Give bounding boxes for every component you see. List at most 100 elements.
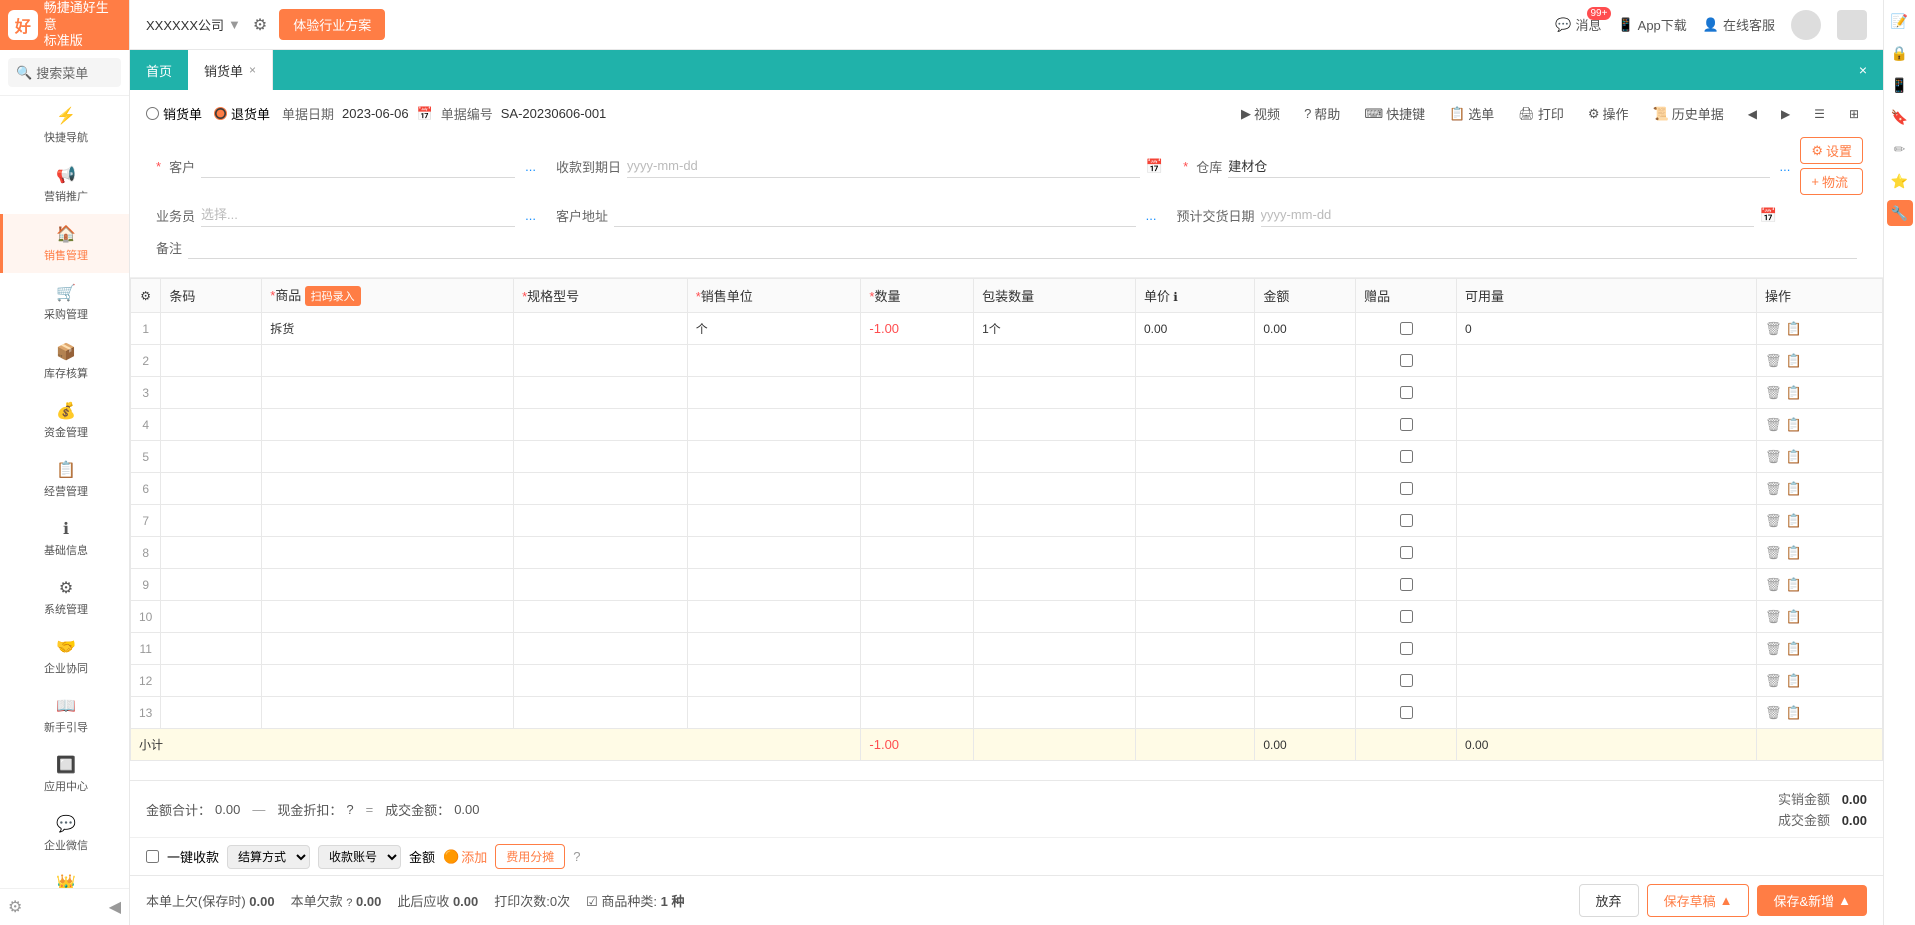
row-gift[interactable] [1356,697,1457,729]
row-unit-price[interactable] [1135,601,1254,633]
row-unit-price[interactable] [1135,409,1254,441]
select-btn[interactable]: 📋 选单 [1441,100,1502,127]
help-btn[interactable]: ? 帮助 [1296,100,1348,127]
copy-row-icon[interactable]: 📋 [1786,641,1802,657]
row-unit[interactable] [687,697,861,729]
row-spec[interactable] [514,601,688,633]
row-barcode[interactable] [161,505,262,537]
copy-row-icon[interactable]: 📋 [1786,321,1802,337]
row-unit-price[interactable] [1135,537,1254,569]
sidebar-item-operations[interactable]: 📋 经营管理 [0,450,129,509]
row-spec[interactable] [514,697,688,729]
sidebar-item-app-center[interactable]: 🔲 应用中心 [0,745,129,804]
row-unit[interactable] [687,505,861,537]
due-date-input[interactable] [627,154,1140,178]
radio-return-order[interactable]: 退货单 [214,104,270,123]
user-avatar[interactable] [1791,10,1821,40]
copy-row-icon[interactable]: 📋 [1786,609,1802,625]
row-unit-price[interactable] [1135,345,1254,377]
row-barcode[interactable] [161,537,262,569]
row-amount[interactable] [1255,665,1356,697]
delete-row-icon[interactable]: 🗑 [1765,417,1782,433]
sidebar-item-wechat-work[interactable]: 💬 企业微信 [0,804,129,863]
row-unit-price[interactable] [1135,441,1254,473]
row-product[interactable] [262,377,514,409]
row-pack-qty[interactable] [974,633,1136,665]
row-gift[interactable] [1356,345,1457,377]
row-unit[interactable] [687,537,861,569]
one-click-payment-checkbox[interactable] [146,850,159,863]
customer-input[interactable] [201,154,515,178]
calendar-icon[interactable]: 📅 [417,106,433,122]
next-record-btn[interactable]: ▶ [1773,103,1798,125]
radio-sales-order[interactable]: 销货单 [146,104,202,123]
row-gift[interactable] [1356,569,1457,601]
row-amount[interactable] [1255,537,1356,569]
logistics-button[interactable]: + 物流 [1800,168,1863,195]
online-service-btn[interactable]: 👤 在线客服 [1703,15,1775,34]
row-pack-qty[interactable] [974,473,1136,505]
row-amount[interactable] [1255,345,1356,377]
tab-sales-order[interactable]: 销货单 × [188,50,273,90]
salesperson-ellipsis[interactable]: ... [525,208,536,223]
row-barcode[interactable] [161,313,262,345]
row-gift[interactable] [1356,409,1457,441]
row-quantity[interactable] [861,601,974,633]
prev-record-btn[interactable]: ◀ [1740,103,1765,125]
row-barcode[interactable] [161,345,262,377]
delivery-date-input[interactable] [1261,203,1754,227]
row-product[interactable] [262,665,514,697]
print-btn[interactable]: 🖨 打印 [1510,100,1572,127]
row-unit-price[interactable] [1135,505,1254,537]
row-unit-price[interactable] [1135,569,1254,601]
sidebar-collapse-icon[interactable]: ◀ [109,897,121,917]
row-gift[interactable] [1356,377,1457,409]
barcode-scan-btn[interactable]: 扫码录入 [305,286,361,306]
right-panel-note-icon[interactable]: 📝 [1887,8,1913,34]
row-spec[interactable] [514,409,688,441]
row-unit[interactable] [687,665,861,697]
right-panel-edit-icon[interactable]: ✏ [1887,136,1913,162]
row-unit-price[interactable] [1135,665,1254,697]
save-new-btn[interactable]: 保存&新增 ▲ [1757,885,1867,916]
tab-home[interactable]: 首页 [130,50,188,90]
sidebar-item-guide[interactable]: 📖 新手引导 [0,686,129,745]
row-gift[interactable] [1356,473,1457,505]
row-product[interactable] [262,505,514,537]
delete-row-icon[interactable]: 🗑 [1765,321,1782,337]
sidebar-item-membership[interactable]: 👑 畅会员 [0,863,129,888]
sidebar-item-quick-nav[interactable]: ⚡ 快捷导航 [0,96,129,155]
row-pack-qty[interactable] [974,409,1136,441]
row-gift[interactable] [1356,313,1457,345]
row-product[interactable] [262,697,514,729]
sidebar-settings-icon[interactable]: ⚙ [8,897,22,917]
row-amount[interactable] [1255,409,1356,441]
row-quantity[interactable] [861,473,974,505]
history-btn[interactable]: 📜 历史单据 [1645,100,1732,127]
topbar-settings-icon[interactable]: ⚙ [253,15,267,35]
row-spec[interactable] [514,665,688,697]
row-spec[interactable] [514,537,688,569]
row-product[interactable] [262,601,514,633]
grid-view-btn[interactable]: ⊞ [1841,103,1867,125]
row-barcode[interactable] [161,601,262,633]
row-amount[interactable] [1255,473,1356,505]
delete-row-icon[interactable]: 🗑 [1765,449,1782,465]
row-quantity[interactable] [861,665,974,697]
add-payment-btn[interactable]: 🟠 添加 [443,847,487,866]
message-btn[interactable]: 💬 消息 99+ [1555,15,1601,34]
row-quantity[interactable] [861,409,974,441]
customer-ellipsis[interactable]: ... [525,159,536,174]
row-unit-price[interactable] [1135,697,1254,729]
remark-input[interactable] [188,235,1857,259]
row-unit-price[interactable] [1135,633,1254,665]
debit-help-icon[interactable]: ? [346,897,352,909]
row-product[interactable] [262,345,514,377]
row-pack-qty[interactable] [974,505,1136,537]
copy-row-icon[interactable]: 📋 [1786,481,1802,497]
settings-button[interactable]: ⚙ 设置 [1800,137,1863,164]
list-view-btn[interactable]: ☰ [1806,103,1833,125]
row-unit-price[interactable]: 0.00 [1135,313,1254,345]
operation-btn[interactable]: ⚙ 操作 [1580,100,1637,127]
row-quantity[interactable] [861,537,974,569]
